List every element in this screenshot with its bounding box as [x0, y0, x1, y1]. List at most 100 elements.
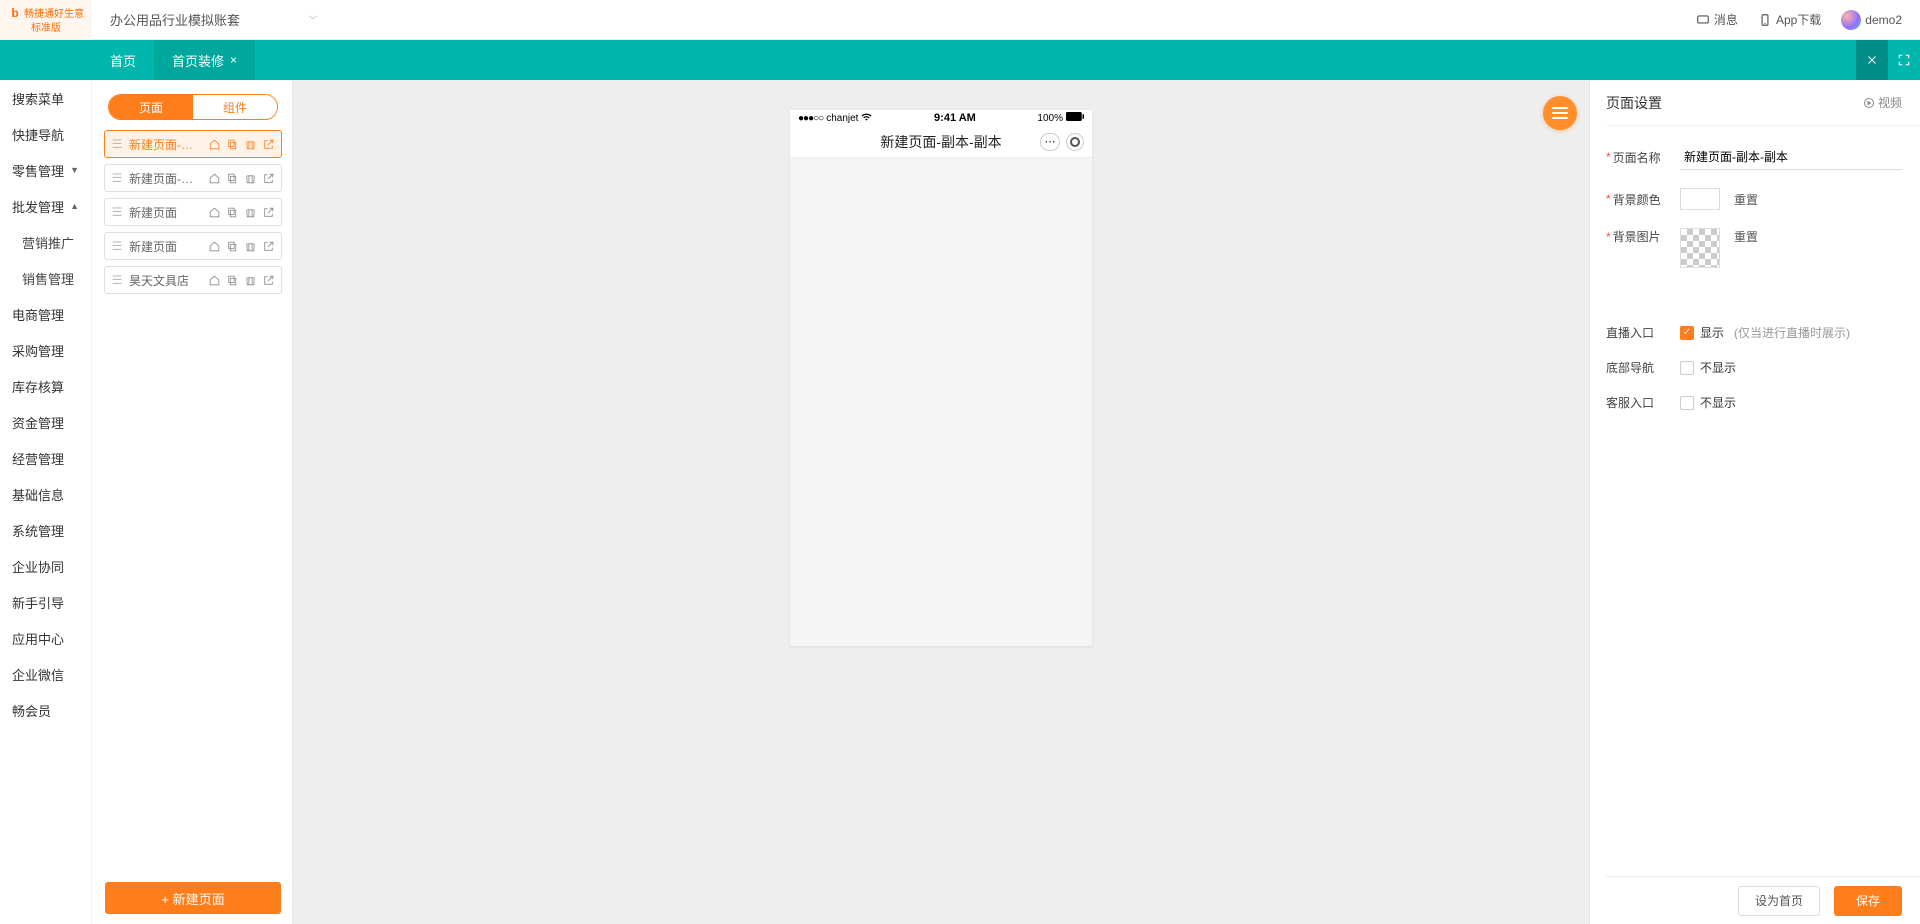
copy-icon[interactable]	[225, 205, 239, 219]
page-name-input[interactable]	[1680, 144, 1902, 170]
tab-decoration[interactable]: 首页装修 ×	[154, 40, 255, 80]
live-entry-show-label: 显示	[1700, 324, 1724, 341]
sidebar-label: 零售管理	[12, 161, 64, 180]
close-all-button[interactable]	[1856, 40, 1888, 80]
sidebar-item-system[interactable]: 系统管理	[0, 512, 91, 548]
sidebar-label: 企业协同	[12, 557, 64, 576]
home-icon[interactable]	[207, 205, 221, 219]
sidebar-label: 资金管理	[12, 413, 64, 432]
bg-color-reset[interactable]: 重置	[1734, 191, 1758, 208]
segment-label: 页面	[139, 99, 163, 116]
user-menu[interactable]: demo2	[1841, 10, 1902, 30]
share-icon[interactable]	[261, 137, 275, 151]
page-item-title: 新建页面-副本	[129, 170, 201, 187]
sidebar-label: 营销推广	[22, 233, 74, 252]
home-icon[interactable]	[207, 171, 221, 185]
drag-handle-icon[interactable]: ☰	[111, 273, 123, 287]
delete-icon[interactable]	[243, 239, 257, 253]
chat-bubble-icon	[1696, 13, 1710, 27]
drag-handle-icon[interactable]: ☰	[111, 205, 123, 219]
sidebar-item-wechat[interactable]: 企业微信	[0, 656, 91, 692]
segment-label: 组件	[223, 99, 247, 116]
phone-title-bar: 新建页面-副本-副本 ⋯	[790, 126, 1092, 158]
page-item[interactable]: ☰ 昊天文具店	[104, 266, 282, 294]
video-label: 视频	[1878, 94, 1902, 111]
delete-icon[interactable]	[243, 205, 257, 219]
sidebar-item-retail[interactable]: 零售管理▼	[0, 152, 91, 188]
video-link[interactable]: 视频	[1863, 94, 1902, 111]
live-entry-checkbox[interactable]	[1680, 326, 1694, 340]
copy-icon[interactable]	[225, 239, 239, 253]
copy-icon[interactable]	[225, 137, 239, 151]
delete-icon[interactable]	[243, 273, 257, 287]
messages-label: 消息	[1714, 11, 1738, 28]
service-entry-checkbox[interactable]	[1680, 396, 1694, 410]
segment-pages[interactable]: 页面	[109, 95, 193, 119]
target-icon[interactable]	[1066, 133, 1084, 151]
sidebar-item-quick-nav[interactable]: 快捷导航	[0, 116, 91, 152]
settings-title: 页面设置	[1606, 93, 1662, 113]
sidebar-item-ecommerce[interactable]: 电商管理	[0, 296, 91, 332]
share-icon[interactable]	[261, 205, 275, 219]
save-button[interactable]: 保存	[1834, 886, 1902, 916]
sidebar-item-wholesale[interactable]: 批发管理▲	[0, 188, 91, 224]
sidebar-nav: 搜索菜单 快捷导航 零售管理▼ 批发管理▲ 营销推广 销售管理 电商管理 采购管…	[0, 80, 92, 924]
tab-home[interactable]: 首页	[92, 40, 154, 80]
bottom-nav-checkbox[interactable]	[1680, 361, 1694, 375]
sidebar-item-finance[interactable]: 资金管理	[0, 404, 91, 440]
page-item[interactable]: ☰ 新建页面	[104, 198, 282, 226]
copy-icon[interactable]	[225, 273, 239, 287]
phone-time: 9:41 AM	[934, 112, 976, 124]
phone-preview: ●●●○○ chanjet 9:41 AM 100%	[790, 110, 1092, 646]
account-selector-label: 办公用品行业模拟账套	[110, 10, 240, 29]
sidebar-label: 经营管理	[12, 449, 64, 468]
fullscreen-button[interactable]	[1888, 40, 1920, 80]
drag-handle-icon[interactable]: ☰	[111, 137, 123, 151]
sidebar-item-search[interactable]: 搜索菜单	[0, 80, 91, 116]
drag-handle-icon[interactable]: ☰	[111, 239, 123, 253]
sidebar-label: 系统管理	[12, 521, 64, 540]
carrier-label: chanjet	[826, 113, 858, 124]
share-icon[interactable]	[261, 171, 275, 185]
home-icon[interactable]	[207, 137, 221, 151]
sidebar-item-collaboration[interactable]: 企业协同	[0, 548, 91, 584]
page-item[interactable]: ☰ 新建页面-副本	[104, 164, 282, 192]
new-page-button[interactable]: + 新建页面	[105, 882, 281, 914]
sidebar-subitem-marketing[interactable]: 营销推广	[0, 224, 91, 260]
sidebar-item-basic-info[interactable]: 基础信息	[0, 476, 91, 512]
service-entry-label: 客服入口	[1606, 394, 1666, 411]
sidebar-item-inventory[interactable]: 库存核算	[0, 368, 91, 404]
bg-image-swatch[interactable]	[1680, 228, 1720, 268]
app-download-link[interactable]: App下载	[1758, 11, 1821, 28]
account-selector[interactable]: 办公用品行业模拟账套 ﹀	[110, 10, 318, 29]
set-home-button[interactable]: 设为首页	[1738, 886, 1820, 916]
home-icon[interactable]	[207, 273, 221, 287]
page-item[interactable]: ☰ 新建页面	[104, 232, 282, 260]
sidebar-item-appcenter[interactable]: 应用中心	[0, 620, 91, 656]
edition-text: 标准版	[31, 19, 61, 34]
sidebar-item-guide[interactable]: 新手引导	[0, 584, 91, 620]
share-icon[interactable]	[261, 273, 275, 287]
menu-fab[interactable]	[1543, 96, 1577, 130]
more-icon[interactable]: ⋯	[1040, 133, 1060, 151]
segment-components[interactable]: 组件	[193, 95, 277, 119]
page-item-title: 新建页面-副本...	[129, 136, 201, 153]
phone-page-title: 新建页面-副本-副本	[880, 132, 1001, 152]
delete-icon[interactable]	[243, 137, 257, 151]
copy-icon[interactable]	[225, 171, 239, 185]
drag-handle-icon[interactable]: ☰	[111, 171, 123, 185]
sidebar-subitem-sales[interactable]: 销售管理	[0, 260, 91, 296]
bg-color-swatch[interactable]	[1680, 188, 1720, 210]
delete-icon[interactable]	[243, 171, 257, 185]
bg-image-reset[interactable]: 重置	[1734, 228, 1758, 245]
sidebar-item-operations[interactable]: 经营管理	[0, 440, 91, 476]
share-icon[interactable]	[261, 239, 275, 253]
messages-link[interactable]: 消息	[1696, 11, 1738, 28]
sidebar-label: 批发管理	[12, 197, 64, 216]
sidebar-item-purchase[interactable]: 采购管理	[0, 332, 91, 368]
page-item[interactable]: ☰ 新建页面-副本...	[104, 130, 282, 158]
close-icon[interactable]: ×	[230, 53, 237, 67]
home-icon[interactable]	[207, 239, 221, 253]
live-entry-hint: (仅当进行直播时展示)	[1734, 324, 1850, 341]
sidebar-item-member[interactable]: 畅会员	[0, 692, 91, 728]
